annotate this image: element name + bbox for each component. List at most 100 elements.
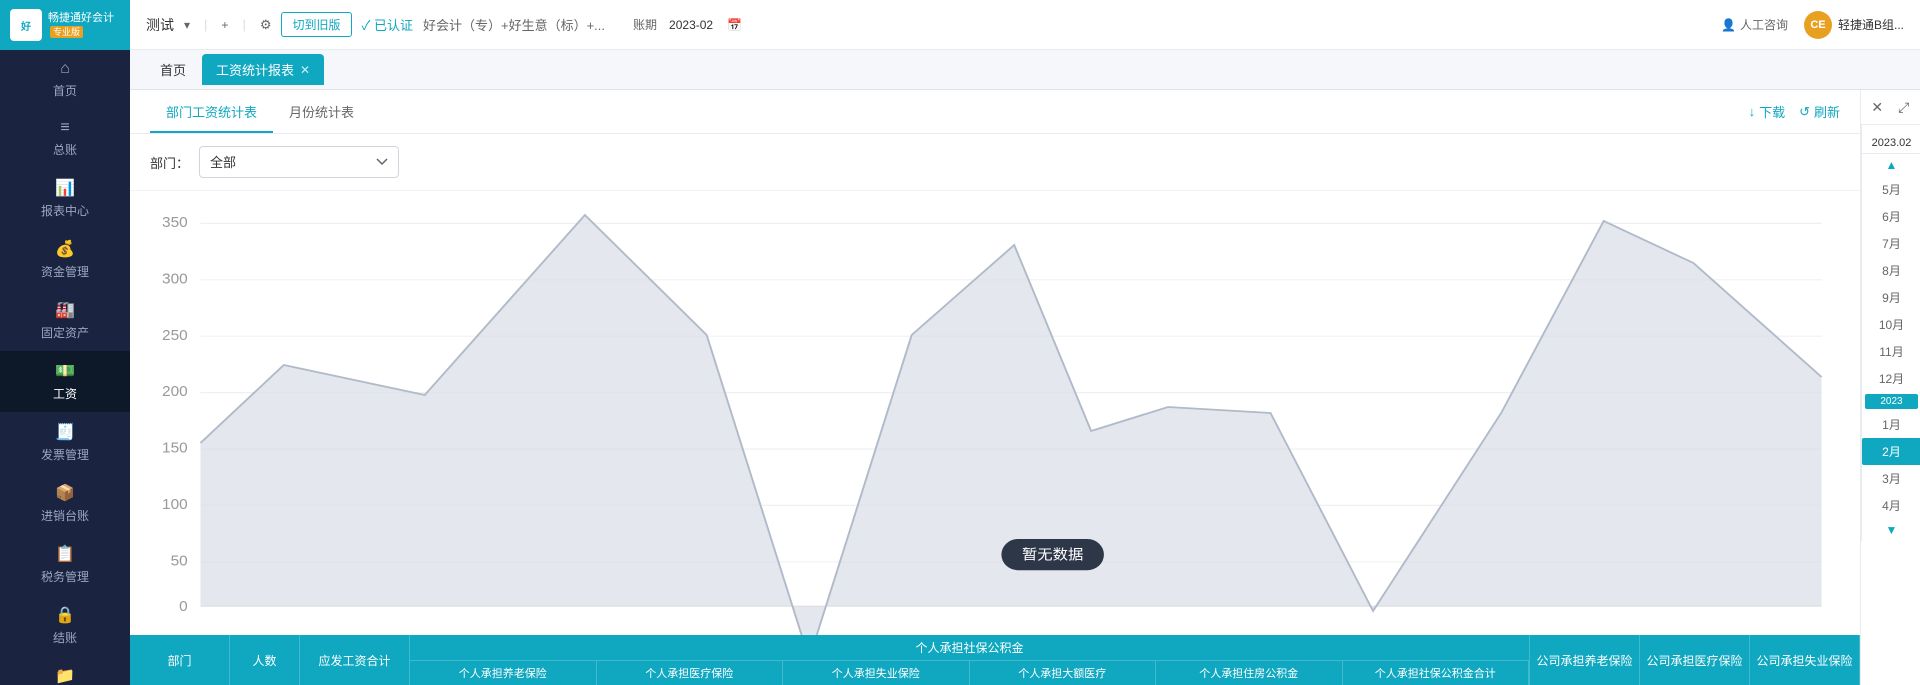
sidebar: 好 畅捷通好会计 专业版 ⌂ 首页 ≡ 总账 📊 报表中心 💰 资金管理 🏭 固… <box>0 0 130 685</box>
sub-tabs-right: ↓ 下载 ↺ 刷新 <box>1749 102 1840 121</box>
tab-payroll-report[interactable]: 工资统计报表 ✕ <box>202 54 324 85</box>
th-dept: 部门 <box>130 635 230 685</box>
svg-text:150: 150 <box>162 441 188 456</box>
sidebar-item-label: 首页 <box>53 82 77 99</box>
panel-month-1[interactable]: 1月 <box>1862 411 1920 438</box>
year-badge-2023: 2023 <box>1865 394 1918 409</box>
payroll-chart: 350 300 250 200 150 100 50 0 <box>130 191 1860 635</box>
panel-month-4[interactable]: 4月 <box>1862 492 1920 519</box>
funds-icon: 💰 <box>55 239 75 259</box>
sidebar-item-label: 工资 <box>53 385 77 402</box>
sidebar-item-label: 总账 <box>53 141 77 158</box>
archive-icon: 📁 <box>55 666 75 685</box>
panel-month-2-active[interactable]: 2月 <box>1862 438 1920 465</box>
filter-row: 部门： 全部 部门A 部门B <box>130 134 1860 191</box>
sidebar-item-assets[interactable]: 🏭 固定资产 <box>0 290 130 351</box>
panel-month-7[interactable]: 7月 <box>1862 230 1920 257</box>
payroll-icon: 💵 <box>55 361 75 381</box>
sidebar-item-label: 结账 <box>53 629 77 646</box>
user-name: 轻捷通B组... <box>1838 16 1904 33</box>
invoice-icon: 🧾 <box>55 422 75 442</box>
header-right: 👤 人工咨询 CE 轻捷通B组... <box>1721 11 1904 39</box>
user-menu[interactable]: CE 轻捷通B组... <box>1804 11 1904 39</box>
th-personal-total: 个人承担社保公积金合计 <box>1343 661 1530 685</box>
panel-month-6[interactable]: 6月 <box>1862 203 1920 230</box>
main-area: 测试 ▾ | + | ⚙ 切到旧版 ✓ 已认证 好会计（专）+好生意（标）+..… <box>130 0 1920 685</box>
sub-tab-monthly[interactable]: 月份统计表 <box>273 92 370 133</box>
panel-month-12[interactable]: 12月 <box>1862 365 1920 392</box>
logo-icon: 好 <box>10 9 42 41</box>
sidebar-item-payroll[interactable]: 💵 工资 <box>0 351 130 412</box>
svg-text:暂无数据: 暂无数据 <box>1022 547 1084 563</box>
svg-text:250: 250 <box>162 328 188 343</box>
sidebar-item-funds[interactable]: 💰 资金管理 <box>0 229 130 290</box>
panel-month-3[interactable]: 3月 <box>1862 465 1920 492</box>
dept-filter-select[interactable]: 全部 部门A 部门B <box>199 146 399 178</box>
tab-payroll-label: 工资统计报表 <box>216 60 294 79</box>
expand-panel-button[interactable]: ⤢ <box>1892 94 1917 120</box>
sidebar-nav: ⌂ 首页 ≡ 总账 📊 报表中心 💰 资金管理 🏭 固定资产 💵 工资 🧾 发票… <box>0 50 130 685</box>
th-company-pension: 公司承担养老保险 <box>1530 635 1640 685</box>
sidebar-item-label: 进销台账 <box>41 507 89 524</box>
sidebar-item-ledger[interactable]: ≡ 总账 <box>0 109 130 168</box>
sub-tab-dept[interactable]: 部门工资统计表 <box>150 92 273 133</box>
th-personal-housing: 个人承担住房公积金 <box>1156 661 1343 685</box>
header-title: 测试 <box>146 15 174 35</box>
right-panel: 2023.02 ▲ 5月 6月 7月 8月 9月 10月 11月 12月 202… <box>1861 125 1920 541</box>
svg-text:100: 100 <box>162 497 188 512</box>
assets-icon: 🏭 <box>55 300 75 320</box>
sidebar-item-archive[interactable]: 📁 归档管理 <box>0 656 130 685</box>
sidebar-item-reports[interactable]: 📊 报表中心 <box>0 168 130 229</box>
right-sidebar-top: ✕ ⤢ <box>1861 90 1920 125</box>
panel-up-button[interactable]: ▲ <box>1862 154 1920 176</box>
sidebar-item-closing[interactable]: 🔒 结账 <box>0 595 130 656</box>
th-company-unemployment: 公司承担失业保险 <box>1750 635 1860 685</box>
panel-down-button[interactable]: ▼ <box>1862 519 1920 541</box>
sidebar-item-home[interactable]: ⌂ 首页 <box>0 50 130 109</box>
th-personal-major-medical: 个人承担大额医疗 <box>970 661 1157 685</box>
th-group-cells: 个人承担养老保险 个人承担医疗保险 个人承担失业保险 个人承担大额医疗 个人承担 <box>410 661 1529 685</box>
reports-icon: 📊 <box>55 178 75 198</box>
header-settings-icon[interactable]: ⚙ <box>260 17 272 33</box>
dept-filter-label: 部门： <box>150 153 189 172</box>
panel-month-8[interactable]: 8月 <box>1862 257 1920 284</box>
tab-home[interactable]: 首页 <box>146 54 200 85</box>
sub-tabs: 部门工资统计表 月份统计表 ↓ 下载 ↺ 刷新 <box>130 90 1860 134</box>
logo-text: 畅捷通好会计 专业版 <box>48 11 114 40</box>
svg-text:300: 300 <box>162 272 188 287</box>
sidebar-item-invoice[interactable]: 🧾 发票管理 <box>0 412 130 473</box>
sidebar-item-label: 税务管理 <box>41 568 89 585</box>
header-add-icon[interactable]: + <box>221 18 228 32</box>
header-tags: 好会计（专）+好生意（标）+... <box>423 15 605 34</box>
svg-text:0: 0 <box>179 599 188 614</box>
refresh-button[interactable]: ↺ 刷新 <box>1799 102 1840 121</box>
panel-month-10[interactable]: 10月 <box>1862 311 1920 338</box>
sidebar-item-sales[interactable]: 📦 进销台账 <box>0 473 130 534</box>
sidebar-item-label: 固定资产 <box>41 324 89 341</box>
th-personal-medical: 个人承担医疗保险 <box>597 661 784 685</box>
ledger-icon: ≡ <box>60 119 69 137</box>
header-dropdown-arrow[interactable]: ▾ <box>184 18 190 32</box>
panel-month-9[interactable]: 9月 <box>1862 284 1920 311</box>
download-button[interactable]: ↓ 下载 <box>1749 102 1786 121</box>
panel-month-11[interactable]: 11月 <box>1862 338 1920 365</box>
download-icon: ↓ <box>1749 104 1756 119</box>
close-panel-button[interactable]: ✕ <box>1865 94 1890 120</box>
tab-home-label: 首页 <box>160 63 186 78</box>
sidebar-item-label: 发票管理 <box>41 446 89 463</box>
svg-text:350: 350 <box>162 215 188 230</box>
switch-old-version-button[interactable]: 切到旧版 <box>281 12 351 37</box>
verified-badge: ✓ 已认证 <box>362 15 414 34</box>
th-personal-pension: 个人承担养老保险 <box>410 661 597 685</box>
chart-area: 350 300 250 200 150 100 50 0 <box>130 191 1860 635</box>
support-icon: 👤 <box>1721 18 1736 32</box>
calendar-icon[interactable]: 📅 <box>727 18 742 32</box>
panel-month-5[interactable]: 5月 <box>1862 176 1920 203</box>
sidebar-item-tax[interactable]: 📋 税务管理 <box>0 534 130 595</box>
support-button[interactable]: 👤 人工咨询 <box>1721 16 1788 33</box>
tax-icon: 📋 <box>55 544 75 564</box>
content-area: 部门工资统计表 月份统计表 ↓ 下载 ↺ 刷新 <box>130 90 1920 685</box>
header: 测试 ▾ | + | ⚙ 切到旧版 ✓ 已认证 好会计（专）+好生意（标）+..… <box>130 0 1920 50</box>
tab-close-icon[interactable]: ✕ <box>300 63 310 77</box>
closing-icon: 🔒 <box>55 605 75 625</box>
